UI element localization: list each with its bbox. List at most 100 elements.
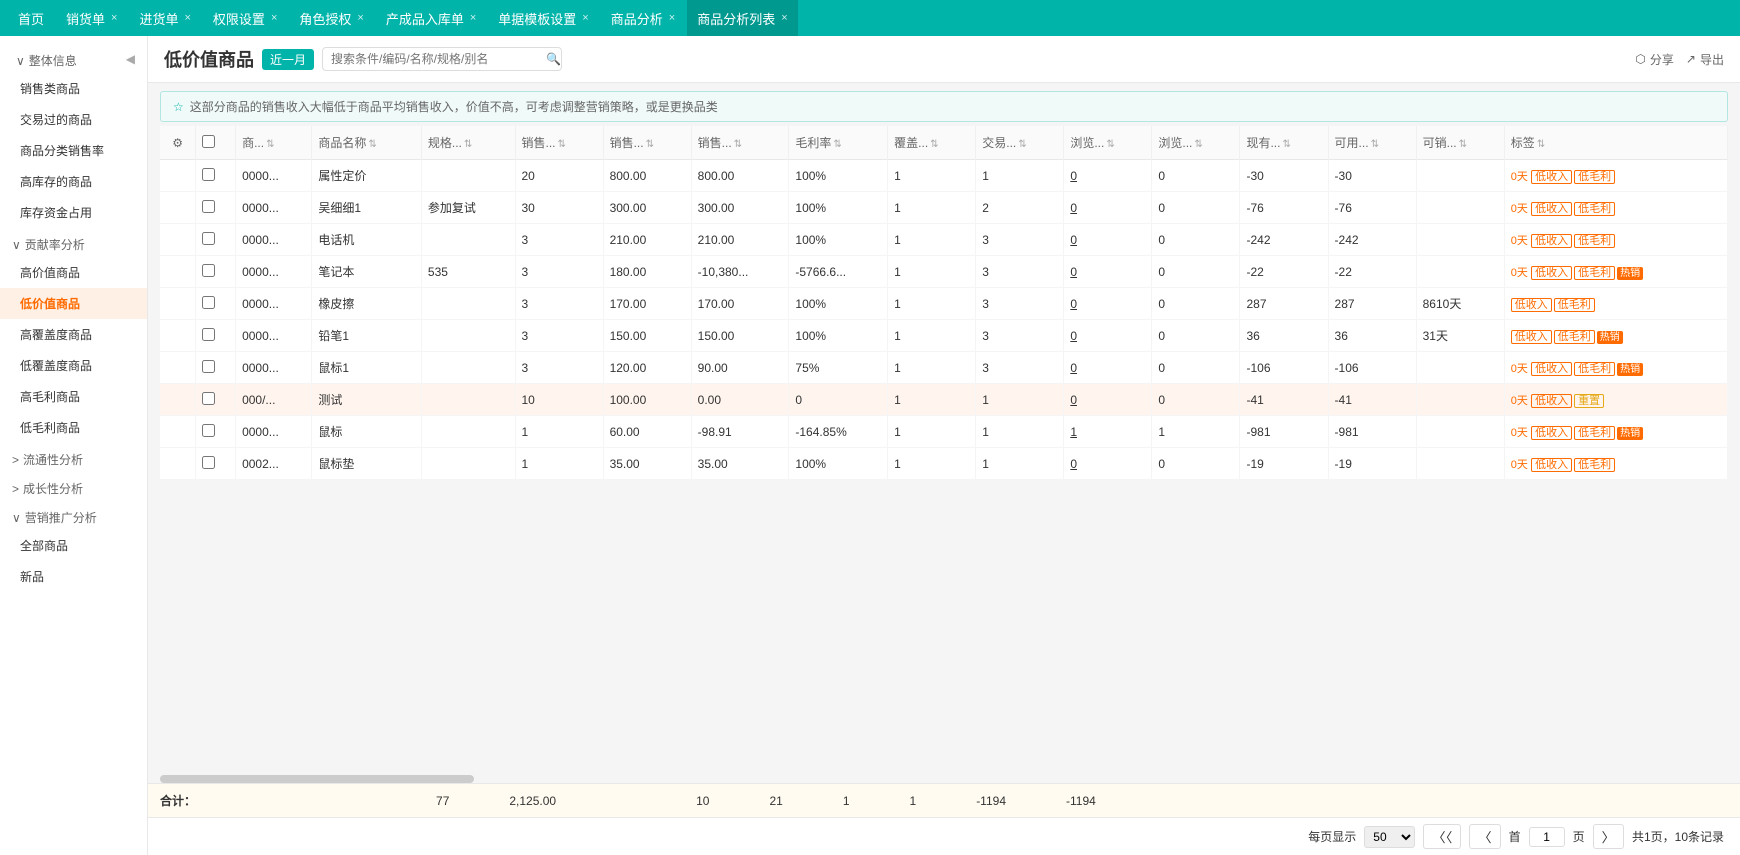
sidebar-item-low-value[interactable]: 低价值商品: [0, 288, 147, 319]
td-view1[interactable]: 0: [1064, 384, 1152, 416]
th-check[interactable]: [196, 126, 236, 160]
nav-product-analysis-list[interactable]: 商品分析列表 ×: [687, 0, 797, 36]
sidebar-item-traded[interactable]: 交易过的商品: [0, 104, 147, 135]
close-icon[interactable]: ×: [271, 12, 277, 24]
view-link[interactable]: 0: [1070, 457, 1077, 471]
close-icon[interactable]: ×: [582, 12, 588, 24]
sidebar-group-growth[interactable]: > 成长性分析: [0, 472, 147, 501]
sidebar-item-high-margin[interactable]: 高毛利商品: [0, 381, 147, 412]
row-checkbox[interactable]: [202, 200, 215, 213]
row-checkbox[interactable]: [202, 424, 215, 437]
td-check[interactable]: [196, 160, 236, 192]
th-sale1[interactable]: 销售...⇅: [515, 126, 603, 160]
view-link[interactable]: 0: [1070, 233, 1077, 247]
view-link[interactable]: 1: [1070, 425, 1077, 439]
th-tags[interactable]: 标签⇅: [1504, 126, 1727, 160]
th-sale3[interactable]: 销售...⇅: [691, 126, 789, 160]
view-link[interactable]: 0: [1070, 169, 1077, 183]
page-input[interactable]: [1529, 827, 1565, 847]
nav-products-in[interactable]: 产成品入库单 ×: [376, 0, 486, 36]
td-view1[interactable]: 1: [1064, 416, 1152, 448]
sidebar-group-flow[interactable]: > 流通性分析: [0, 443, 147, 472]
export-button[interactable]: ↗ 导出: [1686, 51, 1724, 68]
sidebar-item-new-products[interactable]: 新品: [0, 561, 147, 592]
sidebar-item-low-coverage[interactable]: 低覆盖度商品: [0, 350, 147, 381]
row-checkbox[interactable]: [202, 296, 215, 309]
table-container[interactable]: ⚙ 商...⇅ 商品名称⇅ 规格...⇅ 销售...⇅ 销售...⇅ 销售...…: [160, 126, 1728, 775]
sidebar-item-sales-products[interactable]: 销售类商品: [0, 73, 147, 104]
th-gear[interactable]: ⚙: [160, 126, 196, 160]
nav-product-analysis[interactable]: 商品分析 ×: [601, 0, 685, 36]
th-stock2[interactable]: 可用...⇅: [1328, 126, 1416, 160]
td-check[interactable]: [196, 352, 236, 384]
sidebar-group-marketing[interactable]: ∨ 营销推广分析: [0, 501, 147, 530]
th-stock3[interactable]: 可销...⇅: [1416, 126, 1504, 160]
sidebar-group-contribution[interactable]: ∨ 贡献率分析: [0, 228, 147, 257]
view-link[interactable]: 0: [1070, 329, 1077, 343]
sidebar-item-capital[interactable]: 库存资金占用: [0, 197, 147, 228]
sidebar-item-high-value[interactable]: 高价值商品: [0, 257, 147, 288]
td-view1[interactable]: 0: [1064, 224, 1152, 256]
td-view1[interactable]: 0: [1064, 448, 1152, 480]
td-check[interactable]: [196, 416, 236, 448]
td-view1[interactable]: 0: [1064, 288, 1152, 320]
td-check[interactable]: [196, 256, 236, 288]
filter-tag[interactable]: 近一月: [262, 49, 314, 70]
td-view1[interactable]: 0: [1064, 320, 1152, 352]
close-icon[interactable]: ×: [781, 12, 787, 24]
prev-page-btn[interactable]: 〈: [1469, 824, 1500, 849]
row-checkbox[interactable]: [202, 456, 215, 469]
th-sale2[interactable]: 销售...⇅: [603, 126, 691, 160]
row-checkbox[interactable]: [202, 360, 215, 373]
page-size-select[interactable]: 50 100: [1364, 826, 1415, 848]
nav-roles[interactable]: 角色授权 ×: [289, 0, 373, 36]
view-link[interactable]: 0: [1070, 361, 1077, 375]
row-checkbox[interactable]: [202, 264, 215, 277]
nav-home[interactable]: 首页: [8, 0, 54, 36]
nav-template[interactable]: 单据模板设置 ×: [488, 0, 598, 36]
td-check[interactable]: [196, 288, 236, 320]
td-view1[interactable]: 0: [1064, 160, 1152, 192]
scrollbar-thumb[interactable]: [160, 775, 474, 783]
row-checkbox[interactable]: [202, 392, 215, 405]
td-check[interactable]: [196, 224, 236, 256]
search-input[interactable]: [322, 47, 562, 71]
td-view1[interactable]: 0: [1064, 352, 1152, 384]
sidebar-group-general[interactable]: ∨ 整体信息: [4, 44, 89, 73]
th-spec[interactable]: 规格...⇅: [421, 126, 515, 160]
first-page-btn[interactable]: 〈〈: [1423, 824, 1461, 849]
nav-permissions[interactable]: 权限设置 ×: [203, 0, 287, 36]
nav-purchase[interactable]: 进货单 ×: [129, 0, 200, 36]
th-name[interactable]: 商品名称⇅: [312, 126, 422, 160]
sidebar-item-high-coverage[interactable]: 高覆盖度商品: [0, 319, 147, 350]
row-checkbox[interactable]: [202, 232, 215, 245]
view-link[interactable]: 0: [1070, 201, 1077, 215]
th-view2[interactable]: 浏览...⇅: [1152, 126, 1240, 160]
td-check[interactable]: [196, 384, 236, 416]
nav-sales[interactable]: 销货单 ×: [56, 0, 127, 36]
td-check[interactable]: [196, 448, 236, 480]
td-check[interactable]: [196, 192, 236, 224]
close-icon[interactable]: ×: [669, 12, 675, 24]
td-view1[interactable]: 0: [1064, 256, 1152, 288]
view-link[interactable]: 0: [1070, 297, 1077, 311]
next-page-btn[interactable]: 〉: [1593, 824, 1624, 849]
sidebar-item-all-products[interactable]: 全部商品: [0, 530, 147, 561]
view-link[interactable]: 0: [1070, 265, 1077, 279]
close-icon[interactable]: ×: [357, 12, 363, 24]
close-icon[interactable]: ×: [111, 12, 117, 24]
th-cover[interactable]: 覆盖...⇅: [888, 126, 976, 160]
select-all-checkbox[interactable]: [202, 135, 215, 148]
sidebar-collapse-icon[interactable]: ◀: [126, 52, 143, 66]
search-icon[interactable]: 🔍: [546, 52, 561, 66]
th-view1[interactable]: 浏览...⇅: [1064, 126, 1152, 160]
td-check[interactable]: [196, 320, 236, 352]
row-checkbox[interactable]: [202, 168, 215, 181]
th-trade[interactable]: 交易...⇅: [976, 126, 1064, 160]
td-view1[interactable]: 0: [1064, 192, 1152, 224]
row-checkbox[interactable]: [202, 328, 215, 341]
close-icon[interactable]: ×: [470, 12, 476, 24]
view-link[interactable]: 0: [1070, 393, 1077, 407]
share-button[interactable]: ⬡ 分享: [1635, 51, 1674, 68]
th-margin[interactable]: 毛利率⇅: [789, 126, 888, 160]
